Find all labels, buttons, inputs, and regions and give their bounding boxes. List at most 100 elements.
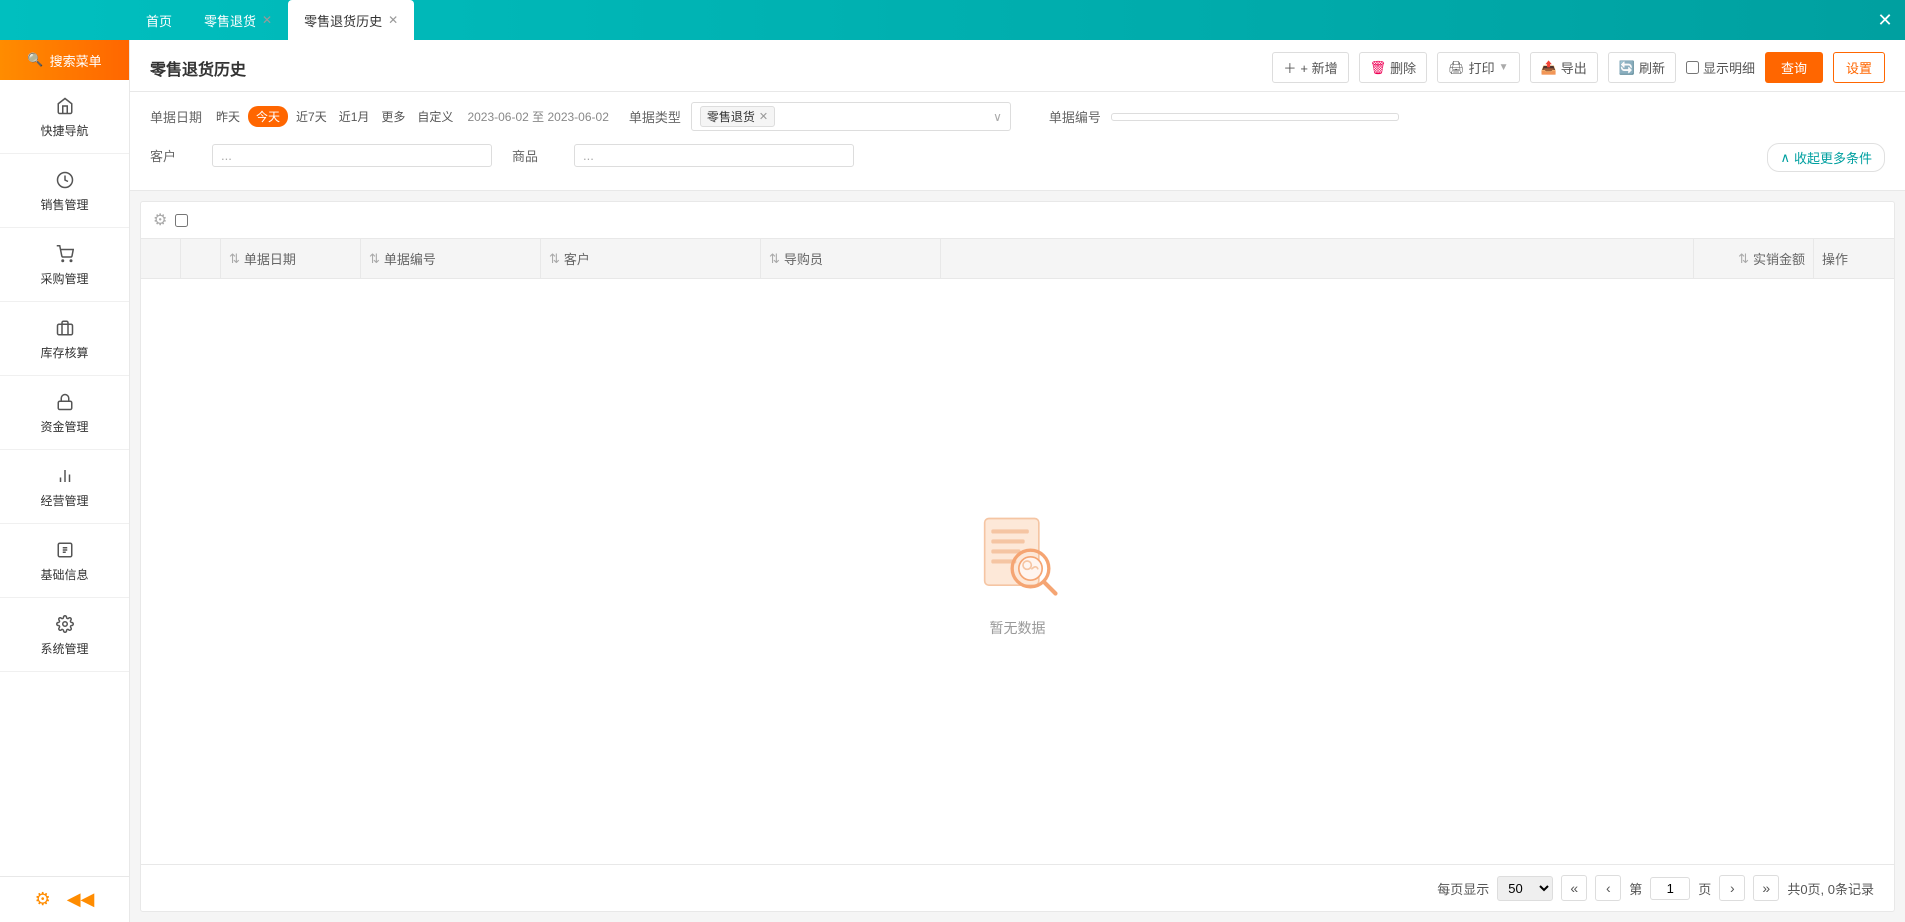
show-detail-checkbox-label[interactable]: 显示明细 [1686, 58, 1755, 77]
empty-icon [968, 506, 1068, 606]
delete-button-label: 删除 [1390, 58, 1416, 77]
export-icon: 📤 [1541, 60, 1557, 76]
main-layout: 🔍 搜索菜单 快捷导航 销售管理 采购管理 库存核算 [0, 40, 1905, 922]
new-button-label: + 新增 [1300, 58, 1337, 77]
page-label: 第 [1629, 879, 1642, 898]
operations-icon [53, 464, 77, 488]
table-settings-icon[interactable]: ⚙ [153, 210, 167, 230]
export-button[interactable]: 📤 导出 [1530, 52, 1598, 83]
sidebar-item-quick-nav[interactable]: 快捷导航 [0, 80, 129, 154]
show-detail-checkbox[interactable] [1686, 61, 1699, 74]
delete-button[interactable]: 🗑 删除 [1359, 52, 1428, 83]
tab-home-label: 首页 [146, 11, 172, 30]
empty-text: 暂无数据 [990, 618, 1046, 638]
filter-item-bill-no: 单据编号 [1049, 107, 1399, 126]
set-button[interactable]: 设置 [1833, 52, 1885, 83]
sidebar-item-operations[interactable]: 经营管理 [0, 450, 129, 524]
print-icon: 🖨 [1448, 60, 1465, 76]
refresh-icon: 🔄 [1619, 60, 1635, 76]
show-detail-label: 显示明细 [1703, 58, 1755, 77]
date-btn-last-month[interactable]: 近1月 [335, 106, 374, 127]
new-icon: ＋ [1283, 58, 1296, 77]
goods-placeholder: ... [583, 148, 594, 163]
th-guide-label: 导购员 [784, 249, 823, 268]
date-btn-more[interactable]: 更多 [377, 106, 409, 127]
sidebar-search-label: 搜索菜单 [50, 51, 102, 70]
date-btn-last7[interactable]: 近7天 [292, 106, 331, 127]
filter-item-date: 单据日期 昨天 今天 近7天 近1月 更多 自定义 2023-06-02 至 2… [150, 106, 609, 127]
filter-item-bill-type: 单据类型 零售退货 ✕ ∨ [629, 102, 1029, 131]
next-page-button[interactable]: › [1719, 875, 1745, 901]
query-button[interactable]: 查询 [1765, 52, 1823, 83]
per-page-select[interactable]: 50 10 20 100 [1497, 876, 1553, 901]
sidebar-item-finance[interactable]: 资金管理 [0, 376, 129, 450]
filter-row-2: 客户 ... 商品 ... ∧ 收起更多条件 [150, 139, 1885, 172]
th-bill-no-label: 单据编号 [384, 249, 436, 268]
th-customer-sort-icon: ⇅ [549, 251, 560, 267]
sidebar-item-sales-mgmt-label: 销售管理 [40, 196, 88, 213]
last-page-button[interactable]: » [1753, 875, 1779, 901]
header-actions: ＋ + 新增 🗑 删除 🖨 打印 ▼ 📤 导出 🔄 [1272, 52, 1885, 83]
page-input[interactable] [1650, 877, 1690, 900]
tab-retail-return-history-close[interactable]: ✕ [388, 13, 398, 27]
app-close-button[interactable]: ✕ [1865, 0, 1905, 40]
th-actual-amount[interactable]: ⇅ 实销金额 [1694, 239, 1814, 278]
sidebar-item-basic-info[interactable]: 基础信息 [0, 524, 129, 598]
th-checkbox [181, 239, 221, 278]
date-btn-today[interactable]: 今天 [248, 106, 288, 127]
th-action-label: 操作 [1822, 249, 1848, 268]
sales-icon [53, 168, 77, 192]
bill-type-dropdown-arrow: ∨ [993, 110, 1002, 124]
date-buttons: 昨天 今天 近7天 近1月 更多 自定义 [212, 106, 457, 127]
sidebar-item-sales-mgmt[interactable]: 销售管理 [0, 154, 129, 228]
bill-type-tag-value: 零售退货 [707, 108, 755, 125]
goods-filter-label: 商品 [512, 146, 568, 165]
goods-input[interactable]: ... [574, 144, 854, 167]
filter-section: 单据日期 昨天 今天 近7天 近1月 更多 自定义 2023-06-02 至 2… [130, 92, 1905, 191]
sidebar-item-inventory[interactable]: 库存核算 [0, 302, 129, 376]
th-customer-label: 客户 [564, 249, 590, 268]
date-btn-custom[interactable]: 自定义 [413, 106, 457, 127]
page-header: 零售退货历史 ＋ + 新增 🗑 删除 🖨 打印 ▼ 📤 导出 [130, 40, 1905, 92]
collapse-button[interactable]: ∧ 收起更多条件 [1767, 143, 1885, 172]
bill-type-tag-close[interactable]: ✕ [759, 110, 768, 123]
bill-no-input[interactable] [1111, 113, 1399, 121]
new-button[interactable]: ＋ + 新增 [1272, 52, 1348, 83]
tab-retail-return-close[interactable]: ✕ [262, 13, 272, 27]
search-icon: 🔍 [27, 52, 43, 68]
filter-item-customer: 客户 ... [150, 144, 492, 167]
table-area: ⚙ ⇅ 单据日期 ⇅ 单据编号 ⇅ 客户 [140, 201, 1895, 912]
sidebar-search[interactable]: 🔍 搜索菜单 [0, 40, 129, 80]
first-page-button[interactable]: « [1561, 875, 1587, 901]
prev-page-button[interactable]: ‹ [1595, 875, 1621, 901]
th-settings [141, 239, 181, 278]
sidebar-item-basic-info-label: 基础信息 [40, 566, 88, 583]
sidebar-item-purchase-mgmt[interactable]: 采购管理 [0, 228, 129, 302]
sidebar-item-finance-label: 资金管理 [40, 418, 88, 435]
date-btn-yesterday[interactable]: 昨天 [212, 106, 244, 127]
sidebar-item-operations-label: 经营管理 [40, 492, 88, 509]
total-label: 共0页, 0条记录 [1787, 879, 1874, 898]
sidebar-item-inventory-label: 库存核算 [40, 344, 88, 361]
sidebar-item-system-mgmt[interactable]: 系统管理 [0, 598, 129, 672]
customer-filter-label: 客户 [150, 146, 206, 165]
tab-retail-return[interactable]: 零售退货 ✕ [188, 0, 288, 40]
refresh-button-label: 刷新 [1639, 58, 1665, 77]
th-guide[interactable]: ⇅ 导购员 [761, 239, 941, 278]
sidebar-item-purchase-mgmt-label: 采购管理 [40, 270, 88, 287]
customer-placeholder: ... [221, 148, 232, 163]
collapse-icon: ∧ [1780, 150, 1790, 166]
select-all-checkbox[interactable] [175, 214, 188, 227]
customer-input[interactable]: ... [212, 144, 492, 167]
th-customer[interactable]: ⇅ 客户 [541, 239, 761, 278]
bill-type-input[interactable]: 零售退货 ✕ ∨ [691, 102, 1011, 131]
settings-bottom-icon[interactable]: ⚙ [35, 889, 51, 910]
th-bill-no[interactable]: ⇅ 单据编号 [361, 239, 541, 278]
tab-retail-return-history[interactable]: 零售退货历史 ✕ [288, 0, 414, 40]
refresh-button[interactable]: 🔄 刷新 [1608, 52, 1676, 83]
audio-bottom-icon[interactable]: ◀◀ [67, 889, 95, 910]
print-button[interactable]: 🖨 打印 ▼ [1437, 52, 1519, 83]
th-bill-date[interactable]: ⇅ 单据日期 [221, 239, 361, 278]
tab-home[interactable]: 首页 [130, 0, 188, 40]
content-area: 零售退货历史 ＋ + 新增 🗑 删除 🖨 打印 ▼ 📤 导出 [130, 40, 1905, 922]
